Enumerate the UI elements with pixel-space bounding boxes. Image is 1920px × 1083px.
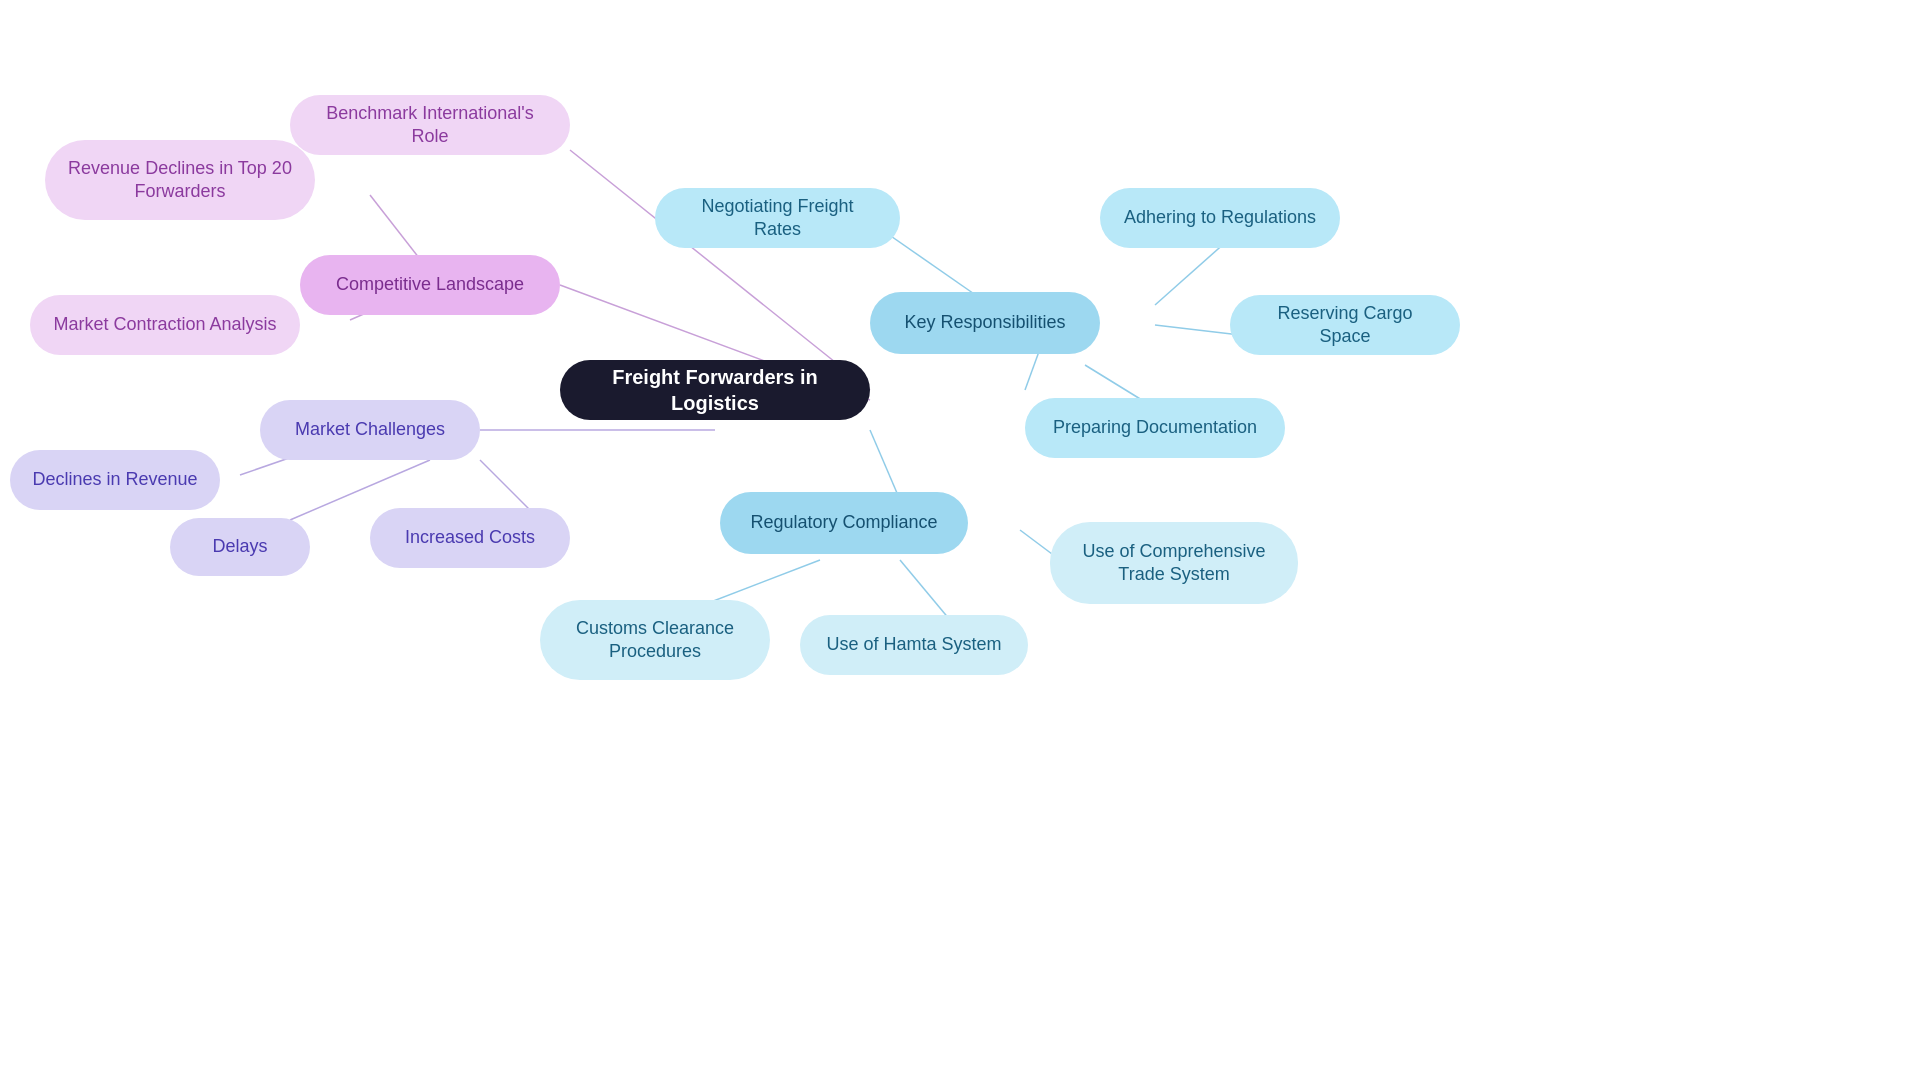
hamta-node: Use of Hamta System (800, 615, 1028, 675)
svg-line-0 (570, 150, 870, 390)
market-challenges-node: Market Challenges (260, 400, 480, 460)
svg-line-15 (900, 560, 950, 620)
svg-line-13 (870, 430, 900, 500)
svg-line-11 (1155, 325, 1240, 335)
preparing-node: Preparing Documentation (1025, 398, 1285, 458)
competitive-node: Competitive Landscape (300, 255, 560, 315)
comprehensive-node: Use of Comprehensive Trade System (1050, 522, 1298, 604)
key-responsibilities-node: Key Responsibilities (870, 292, 1100, 354)
delays-node: Delays (170, 518, 310, 576)
revenue-declines-node: Revenue Declines in Top 20 Forwarders (45, 140, 315, 220)
adhering-node: Adhering to Regulations (1100, 188, 1340, 248)
declines-revenue-node: Declines in Revenue (10, 450, 220, 510)
benchmark-node: Benchmark International's Role (290, 95, 570, 155)
negotiating-node: Negotiating Freight Rates (655, 188, 900, 248)
svg-line-7 (480, 460, 530, 510)
increased-costs-node: Increased Costs (370, 508, 570, 568)
market-contraction-node: Market Contraction Analysis (30, 295, 300, 355)
regulatory-node: Regulatory Compliance (720, 492, 968, 554)
center-node: Freight Forwarders in Logistics (560, 360, 870, 420)
reserving-node: Reserving Cargo Space (1230, 295, 1460, 355)
customs-node: Customs Clearance Procedures (540, 600, 770, 680)
